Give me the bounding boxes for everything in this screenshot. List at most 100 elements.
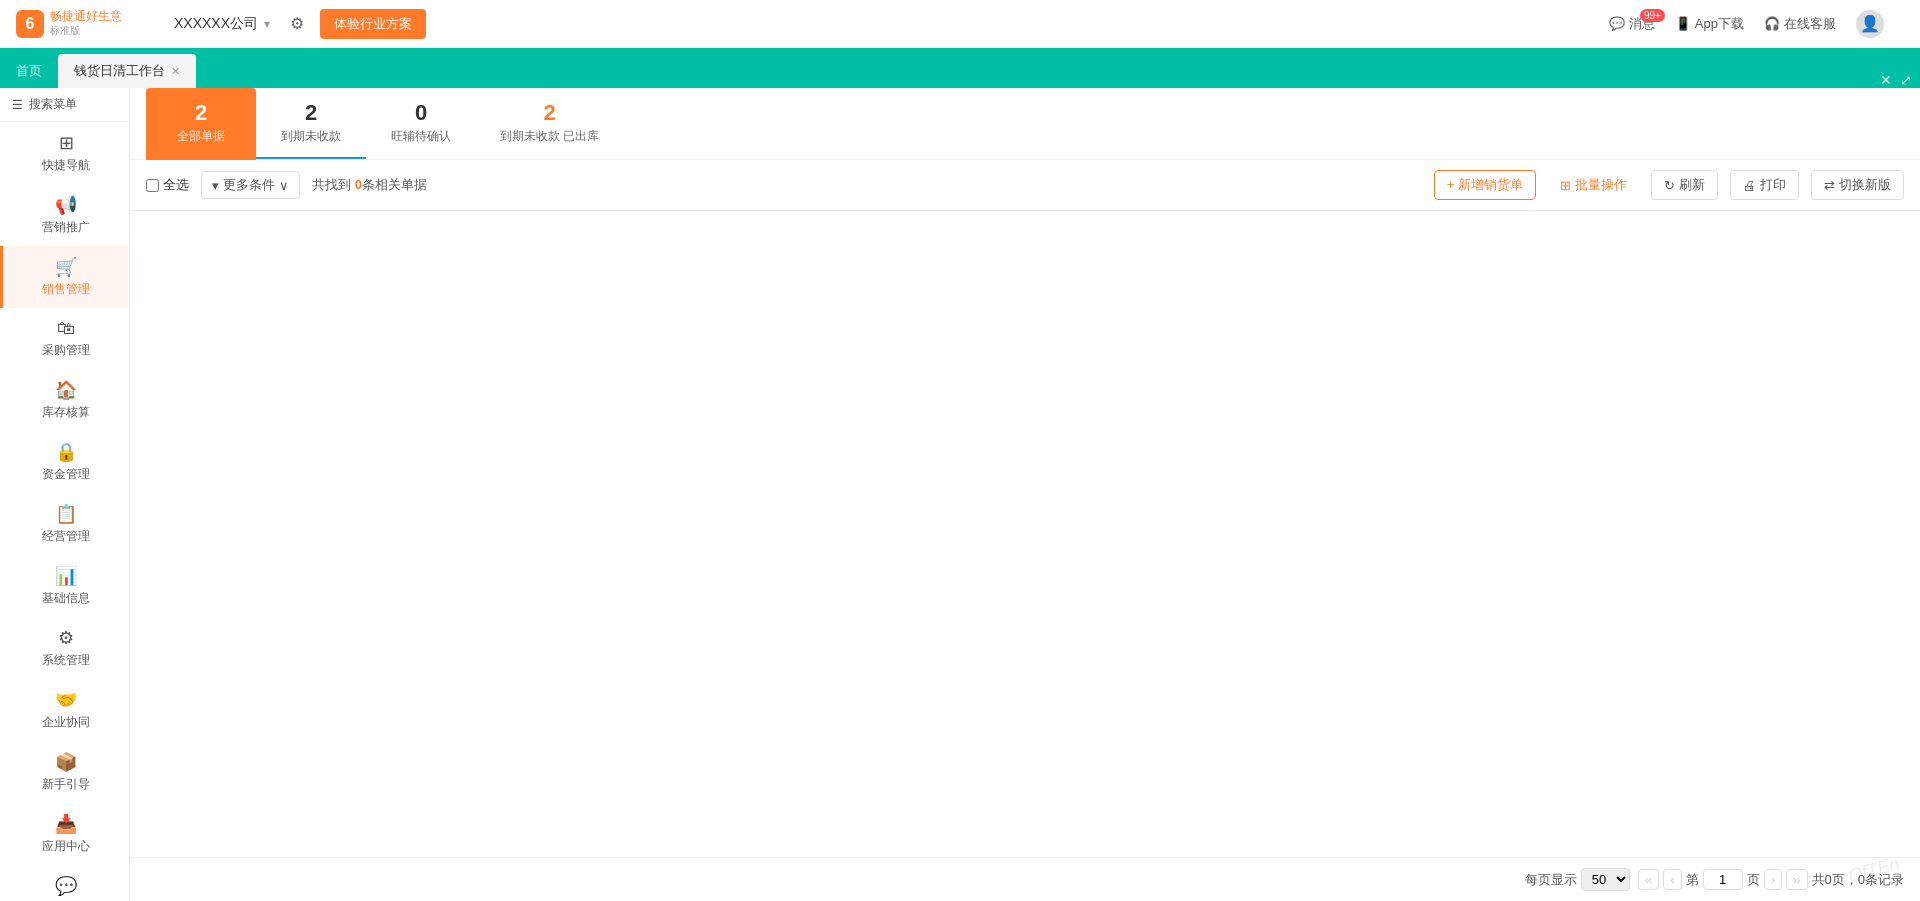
sidebar-item-label: 新手引导 xyxy=(42,776,90,793)
sidebar-item-label: 应用中心 xyxy=(42,838,90,855)
online-service-action[interactable]: 🎧 在线客服 xyxy=(1764,15,1836,33)
sidebar-item-corp-wechat[interactable]: 💬 企业微信 xyxy=(0,865,129,901)
new-sales-button[interactable]: + 新增销货单 xyxy=(1434,170,1536,200)
tab-bar: 首页 钱货日清工作台 ✕ ✕ ⤢ xyxy=(0,48,1920,88)
toolbar: 全选 ▾ 更多条件 ∨ 共找到 0条相关单据 + 新增销货单 ⊞ 批量操作 ↻ … xyxy=(130,160,1920,211)
switch-icon: ⇄ xyxy=(1824,178,1835,193)
trial-button[interactable]: 体验行业方案 xyxy=(320,9,426,39)
sidebar-item-app-center[interactable]: 📥 应用中心 xyxy=(0,803,129,865)
inventory-icon: 🏠 xyxy=(55,379,77,401)
stat-tab-wangpu[interactable]: 0 旺辅待确认 xyxy=(366,88,476,159)
operations-icon: 📋 xyxy=(55,503,77,525)
per-page-select[interactable]: 50 xyxy=(1581,868,1630,891)
messages-action[interactable]: 💬 消息 99+ xyxy=(1609,15,1655,33)
sidebar-item-beginner[interactable]: 📦 新手引导 xyxy=(0,741,129,803)
settings-icon[interactable]: ⚙ xyxy=(286,10,308,37)
sidebar-item-sales[interactable]: 🛒 销售管理 xyxy=(0,246,129,308)
sidebar-item-capital[interactable]: 🔒 资金管理 xyxy=(0,431,129,493)
stat-number-overdue: 2 xyxy=(280,100,342,126)
sidebar-item-marketing[interactable]: 📢 营销推广 xyxy=(0,184,129,246)
logo-area: 6 畅捷通好生意 标准版 xyxy=(16,9,146,39)
tab-cash-flow-label: 钱货日清工作台 xyxy=(74,62,165,80)
more-filters-button[interactable]: ▾ 更多条件 ∨ xyxy=(201,171,300,199)
tab-close-icon[interactable]: ✕ xyxy=(171,65,180,78)
refresh-button[interactable]: ↻ 刷新 xyxy=(1651,170,1718,200)
batch-icon: ⊞ xyxy=(1560,178,1571,193)
select-all-checkbox[interactable]: 全选 xyxy=(146,176,189,194)
message-icon: 💬 xyxy=(1609,16,1625,31)
search-menu[interactable]: ☰ 搜索菜单 xyxy=(0,88,129,122)
sidebar-item-label: 采购管理 xyxy=(42,342,90,359)
next-page-button[interactable]: › xyxy=(1764,869,1782,890)
stat-number-overdue-shipped: 2 xyxy=(500,100,599,126)
found-text: 共找到 0条相关单据 xyxy=(312,176,427,194)
more-filters-label: 更多条件 xyxy=(223,176,275,194)
company-name: XXXXXX公司 xyxy=(174,15,258,33)
stat-tab-overdue-shipped[interactable]: 2 到期未收款 已出库 xyxy=(476,88,623,159)
download-icon: 📱 xyxy=(1675,16,1691,31)
select-all-input[interactable] xyxy=(146,179,159,192)
tab-close-icon-right[interactable]: ✕ xyxy=(1880,72,1892,88)
avatar[interactable]: 👤 xyxy=(1856,10,1884,38)
sidebar-item-base-info[interactable]: 📊 基础信息 xyxy=(0,555,129,617)
page-label: 第 xyxy=(1686,871,1699,889)
sidebar-item-inventory[interactable]: 🏠 库存核算 xyxy=(0,369,129,431)
sidebar-item-label: 快捷导航 xyxy=(42,157,90,174)
app-center-icon: 📥 xyxy=(55,813,77,835)
system-icon: ⚙ xyxy=(58,627,74,649)
beginner-icon: 📦 xyxy=(55,751,77,773)
corp-wechat-icon: 💬 xyxy=(55,875,77,897)
stat-tab-overdue[interactable]: 2 到期未收款 xyxy=(256,88,366,159)
page-nav: « ‹ 第 页 › » 共0页，0条记录 xyxy=(1638,869,1904,890)
search-icon: ☰ xyxy=(12,98,23,112)
print-icon: 🖨 xyxy=(1743,178,1756,193)
tab-home[interactable]: 首页 xyxy=(0,54,58,88)
sidebar-item-operations[interactable]: 📋 经营管理 xyxy=(0,493,129,555)
per-page-label: 每页显示 xyxy=(1525,871,1577,889)
tab-cash-flow[interactable]: 钱货日清工作台 ✕ xyxy=(58,54,196,88)
tab-bar-right: ✕ ⤢ xyxy=(1880,72,1920,88)
chevron-down-icon: ▾ xyxy=(264,17,270,31)
batch-op-button[interactable]: ⊞ 批量操作 xyxy=(1548,171,1639,199)
last-page-button[interactable]: » xyxy=(1786,869,1807,890)
marketing-icon: 📢 xyxy=(55,194,77,216)
refresh-icon: ↻ xyxy=(1664,178,1675,193)
content-area: 2 全部单据 2 到期未收款 0 旺辅待确认 2 到期未收款 已出库 全选 xyxy=(130,88,1920,901)
quick-nav-icon: ⊞ xyxy=(59,132,74,154)
print-button[interactable]: 🖨 打印 xyxy=(1730,170,1799,200)
stat-label-all: 全部单据 xyxy=(170,128,232,145)
sidebar-item-system[interactable]: ⚙ 系统管理 xyxy=(0,617,129,679)
page-input[interactable] xyxy=(1703,869,1743,890)
messages-badge: 99+ xyxy=(1640,9,1665,22)
stat-label-overdue: 到期未收款 xyxy=(280,128,342,145)
first-page-button[interactable]: « xyxy=(1638,869,1659,890)
tab-expand-icon[interactable]: ⤢ xyxy=(1900,72,1912,88)
base-info-icon: 📊 xyxy=(55,565,77,587)
app-download-action[interactable]: 📱 App下载 xyxy=(1675,15,1744,33)
stat-number-wangpu: 0 xyxy=(390,100,452,126)
prev-page-button[interactable]: ‹ xyxy=(1663,869,1681,890)
sidebar-item-label: 资金管理 xyxy=(42,466,90,483)
switch-button[interactable]: ⇄ 切换新版 xyxy=(1811,170,1904,200)
total-label: 共0页，0条记录 xyxy=(1812,871,1904,889)
sidebar-item-label: 库存核算 xyxy=(42,404,90,421)
pagination-bar: 每页显示 50 « ‹ 第 页 › » 共0页，0条记录 xyxy=(130,857,1920,901)
badge-label: 标准版 xyxy=(50,24,122,38)
stat-tab-all[interactable]: 2 全部单据 xyxy=(146,88,256,160)
main-layout: ☰ 搜索菜单 ⊞ 快捷导航 📢 营销推广 🛒 销售管理 🛍 采购管理 🏠 库存核… xyxy=(0,88,1920,901)
sales-icon: 🛒 xyxy=(55,256,77,278)
stat-label-wangpu: 旺辅待确认 xyxy=(390,128,452,145)
sidebar-item-purchase[interactable]: 🛍 采购管理 xyxy=(0,308,129,369)
filter-icon: ▾ xyxy=(212,178,219,193)
search-menu-label: 搜索菜单 xyxy=(29,96,77,113)
toolbar-right: + 新增销货单 ⊞ 批量操作 ↻ 刷新 🖨 打印 ⇄ 切换新版 xyxy=(1434,170,1904,200)
online-service-label: 在线客服 xyxy=(1784,15,1836,33)
capital-icon: 🔒 xyxy=(55,441,77,463)
company-selector[interactable]: XXXXXX公司 ▾ xyxy=(166,11,278,37)
sidebar-item-enterprise[interactable]: 🤝 企业协同 xyxy=(0,679,129,741)
sidebar-item-label: 营销推广 xyxy=(42,219,90,236)
app-download-label: App下载 xyxy=(1695,15,1744,33)
table-area xyxy=(130,211,1920,857)
stats-tabs: 2 全部单据 2 到期未收款 0 旺辅待确认 2 到期未收款 已出库 xyxy=(130,88,1920,160)
sidebar-item-quick-nav[interactable]: ⊞ 快捷导航 xyxy=(0,122,129,184)
